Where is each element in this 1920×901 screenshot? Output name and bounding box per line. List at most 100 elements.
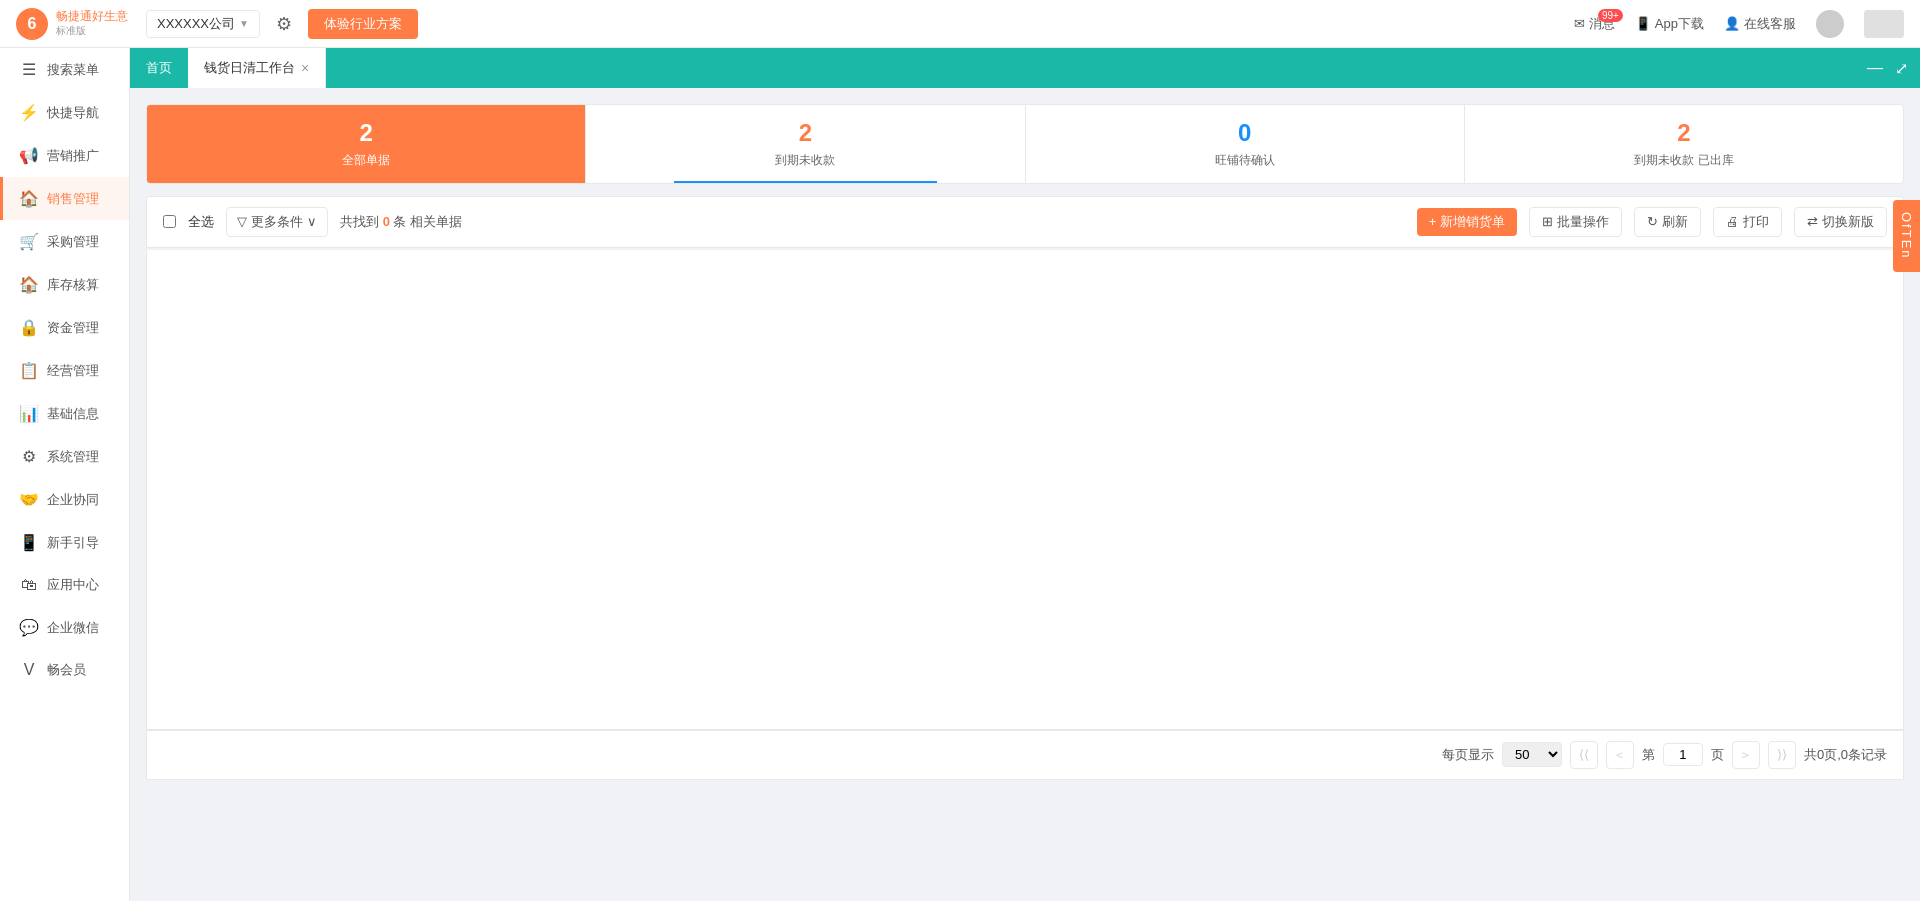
app-download-button[interactable]: 📱 App下载 <box>1635 15 1704 33</box>
sidebar-item-label: 快捷导航 <box>47 104 99 122</box>
avatar[interactable] <box>1816 10 1844 38</box>
stat-overdue-unpaid[interactable]: 2 到期未收款 <box>586 105 1025 183</box>
toolbar-left: 全选 ▽ 更多条件 ∨ 共找到 0 条 相关单据 <box>163 207 1405 237</box>
sidebar-item-label: 库存核算 <box>47 276 99 294</box>
sidebar-item-operations[interactable]: 📋 经营管理 <box>0 349 129 392</box>
filter-arrow-icon: ∨ <box>307 214 317 229</box>
sidebar-item-member[interactable]: V 畅会员 <box>0 649 129 691</box>
sidebar-item-system[interactable]: ⚙ 系统管理 <box>0 435 129 478</box>
tab-home[interactable]: 首页 <box>130 48 188 88</box>
sidebar-item-label: 经营管理 <box>47 362 99 380</box>
stat-all-label: 全部单据 <box>167 152 565 169</box>
filter-label: 更多条件 <box>251 213 303 231</box>
tab-close-icon[interactable]: × <box>301 60 309 76</box>
sidebar-item-finance[interactable]: 🔒 资金管理 <box>0 306 129 349</box>
sidebar-item-label: 搜索菜单 <box>47 61 99 79</box>
stat-all[interactable]: 2 全部单据 <box>147 105 586 183</box>
tab-qhrc[interactable]: 钱货日清工作台 × <box>188 48 326 88</box>
sidebar-item-label: 企业微信 <box>47 619 99 637</box>
stat-overdue-shipped-label: 到期未收款 已出库 <box>1485 152 1883 169</box>
stat-overdue-number: 2 <box>606 119 1004 148</box>
messages-badge: 99+ <box>1598 9 1623 22</box>
service-icon: 👤 <box>1724 16 1740 31</box>
prev-page-button[interactable]: ＜ <box>1606 741 1634 769</box>
online-service-label: 在线客服 <box>1744 15 1796 33</box>
toolbar: 全选 ▽ 更多条件 ∨ 共找到 0 条 相关单据 + 新增销货单 ⊞ 批量操作 … <box>146 196 1904 248</box>
marketing-icon: 📢 <box>19 146 39 165</box>
per-page-select[interactable]: 10 20 50 100 <box>1502 742 1562 767</box>
quick-nav-icon: ⚡ <box>19 103 39 122</box>
select-all-checkbox[interactable] <box>163 215 176 228</box>
top-header: 6 畅捷通好生意 标准版 XXXXXX公司 ▼ ⚙ 体验行业方案 ✉ 消息 99… <box>0 0 1920 48</box>
settings-icon[interactable]: ⚙ <box>268 8 300 40</box>
stat-pending-label: 旺铺待确认 <box>1046 152 1444 169</box>
filter-button[interactable]: ▽ 更多条件 ∨ <box>226 207 328 237</box>
print-button[interactable]: 🖨 打印 <box>1713 207 1782 237</box>
stat-overdue-shipped[interactable]: 2 到期未收款 已出库 <box>1465 105 1903 183</box>
sidebar-item-wechat[interactable]: 💬 企业微信 <box>0 606 129 649</box>
stat-pending[interactable]: 0 旺铺待确认 <box>1026 105 1465 183</box>
trial-button[interactable]: 体验行业方案 <box>308 9 418 39</box>
found-count: 0 <box>383 214 390 229</box>
refresh-button[interactable]: ↻ 刷新 <box>1634 207 1701 237</box>
sidebar-item-inventory[interactable]: 🏠 库存核算 <box>0 263 129 306</box>
tab-maximize-icon[interactable]: ⤢ <box>1891 55 1912 82</box>
sidebar-item-basic-info[interactable]: 📊 基础信息 <box>0 392 129 435</box>
total-info: 共0页,0条记录 <box>1804 746 1887 764</box>
sidebar-item-sales[interactable]: 🏠 销售管理 <box>0 177 129 220</box>
sidebar-item-label: 企业协同 <box>47 491 99 509</box>
sidebar-item-search-menu[interactable]: ☰ 搜索菜单 <box>0 48 129 91</box>
stat-underline <box>674 181 937 183</box>
sidebar-item-label: 应用中心 <box>47 576 99 594</box>
messages-button[interactable]: ✉ 消息 99+ <box>1574 15 1615 33</box>
found-text: 共找到 0 条 相关单据 <box>340 213 462 231</box>
table-area <box>146 250 1904 730</box>
online-service-button[interactable]: 👤 在线客服 <box>1724 15 1796 33</box>
batch-button[interactable]: ⊞ 批量操作 <box>1529 207 1622 237</box>
sidebar: ☰ 搜索菜单 ⚡ 快捷导航 📢 营销推广 🏠 销售管理 🛒 采购管理 🏠 库存核… <box>0 48 130 901</box>
sidebar-item-app-center[interactable]: 🛍 应用中心 <box>0 564 129 606</box>
next-page-button[interactable]: ＞ <box>1732 741 1760 769</box>
message-icon: ✉ <box>1574 16 1585 31</box>
header-right: ✉ 消息 99+ 📱 App下载 👤 在线客服 <box>1574 10 1904 38</box>
last-page-button[interactable]: ⟩⟩ <box>1768 741 1796 769</box>
user-name[interactable] <box>1864 10 1904 38</box>
new-sale-button[interactable]: + 新增销货单 <box>1417 208 1517 236</box>
sidebar-item-label: 资金管理 <box>47 319 99 337</box>
guide-icon: 📱 <box>19 533 39 552</box>
stat-overdue-label: 到期未收款 <box>606 152 1004 169</box>
tab-minimize-icon[interactable]: — <box>1863 55 1887 81</box>
main-content: 2 全部单据 2 到期未收款 0 旺铺待确认 2 到期未收款 已出库 全选 ▽ … <box>130 88 1920 901</box>
sidebar-item-purchase[interactable]: 🛒 采购管理 <box>0 220 129 263</box>
often-tag[interactable]: OfTEn <box>1893 200 1920 272</box>
operations-icon: 📋 <box>19 361 39 380</box>
logo-icon: 6 <box>16 8 48 40</box>
sales-icon: 🏠 <box>19 189 39 208</box>
stat-all-number: 2 <box>167 119 565 148</box>
company-selector[interactable]: XXXXXX公司 ▼ <box>146 10 260 38</box>
refresh-label: 刷新 <box>1662 213 1688 231</box>
batch-label: 批量操作 <box>1557 213 1609 231</box>
tab-label: 钱货日清工作台 <box>204 59 295 77</box>
page-input[interactable] <box>1663 743 1703 766</box>
search-menu-icon: ☰ <box>19 60 39 79</box>
purchase-icon: 🛒 <box>19 232 39 251</box>
sidebar-item-guide[interactable]: 📱 新手引导 <box>0 521 129 564</box>
pagination-bar: 每页显示 10 20 50 100 ⟨⟨ ＜ 第 页 ＞ ⟩⟩ 共0页,0条记录 <box>146 730 1904 780</box>
app-download-label: App下载 <box>1655 15 1704 33</box>
switch-version-button[interactable]: ⇄ 切换新版 <box>1794 207 1887 237</box>
first-page-button[interactable]: ⟨⟨ <box>1570 741 1598 769</box>
filter-icon: ▽ <box>237 214 247 229</box>
logo-sub: 标准版 <box>56 24 128 38</box>
sidebar-item-marketing[interactable]: 📢 营销推广 <box>0 134 129 177</box>
stats-row: 2 全部单据 2 到期未收款 0 旺铺待确认 2 到期未收款 已出库 <box>146 104 1904 184</box>
inventory-icon: 🏠 <box>19 275 39 294</box>
sidebar-item-quick-nav[interactable]: ⚡ 快捷导航 <box>0 91 129 134</box>
sidebar-item-label: 系统管理 <box>47 448 99 466</box>
sidebar-item-cooperation[interactable]: 🤝 企业协同 <box>0 478 129 521</box>
wechat-icon: 💬 <box>19 618 39 637</box>
select-all-label: 全选 <box>188 213 214 231</box>
system-icon: ⚙ <box>19 447 39 466</box>
sidebar-item-label: 采购管理 <box>47 233 99 251</box>
sidebar-item-label: 基础信息 <box>47 405 99 423</box>
